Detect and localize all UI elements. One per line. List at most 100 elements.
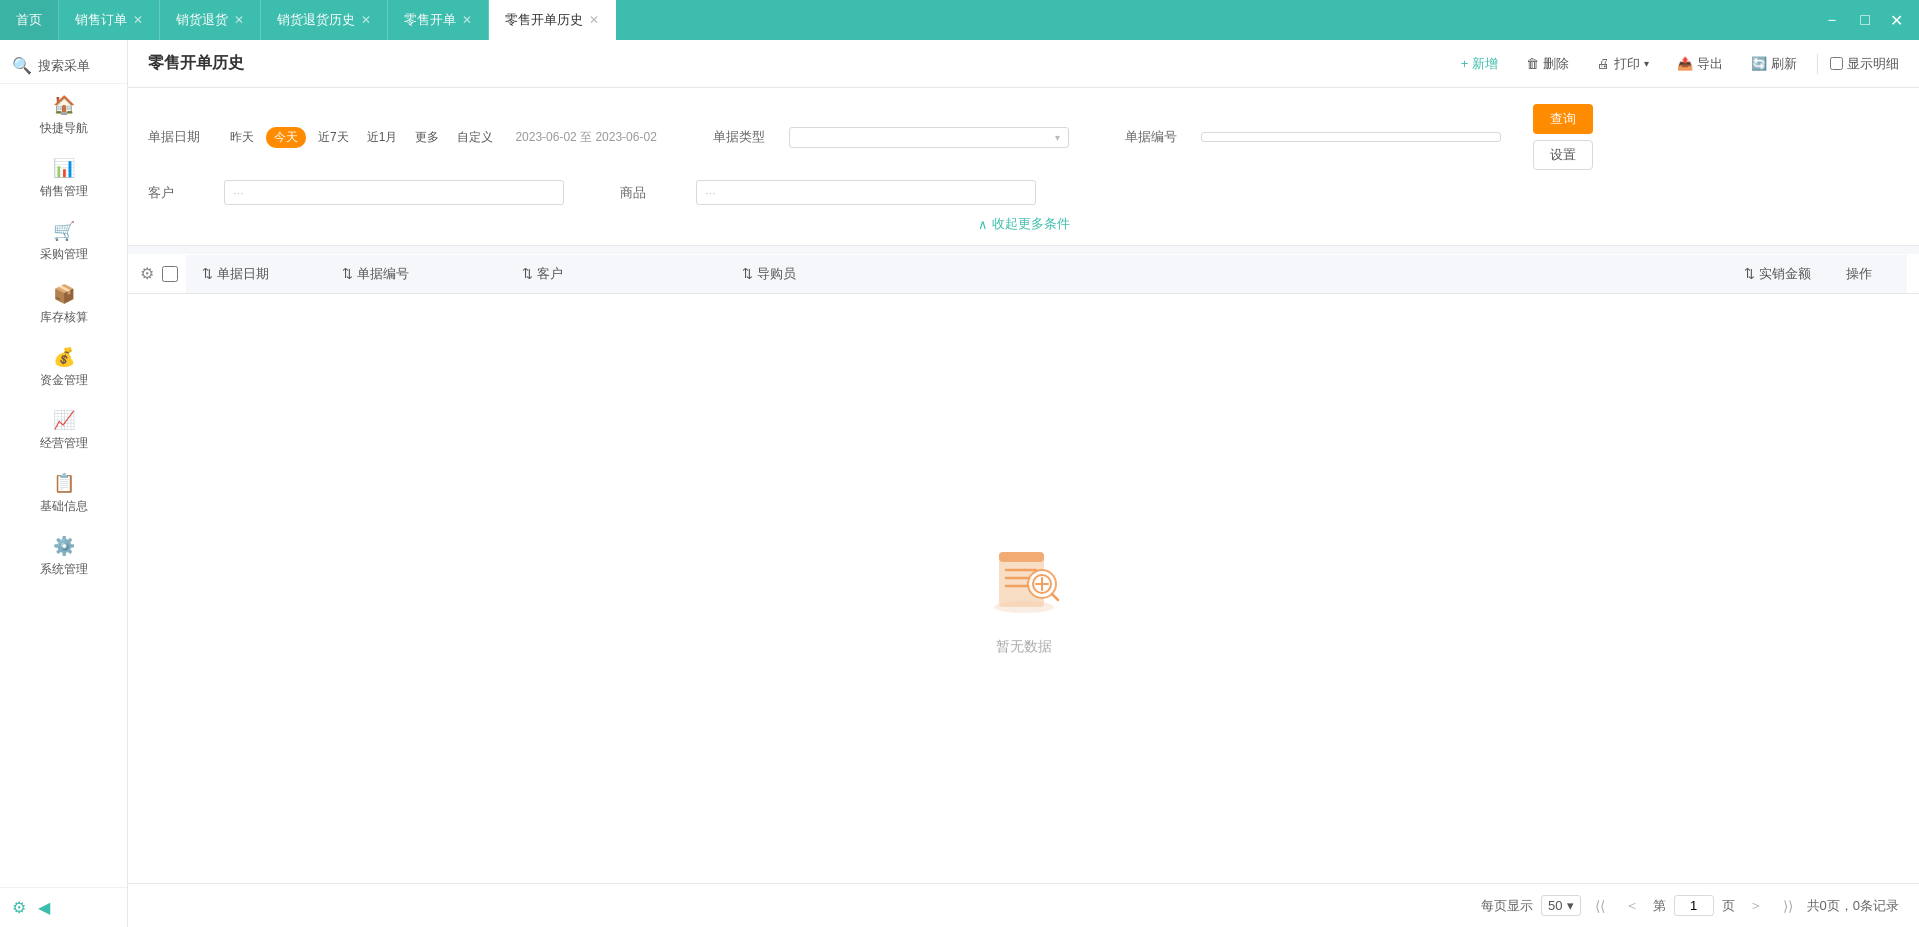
close-btn[interactable]: ✕ xyxy=(1884,9,1909,32)
chevron-up-icon: ∧ xyxy=(978,217,988,232)
prev-page-btn[interactable]: ＜ xyxy=(1619,895,1645,917)
tab-sales-return-label: 销货退货 xyxy=(176,11,228,29)
total-text: 共0页，0条记录 xyxy=(1807,897,1899,915)
type-filter-label: 单据类型 xyxy=(713,128,773,146)
sidebar-search-item[interactable]: 🔍 搜索采单 xyxy=(0,48,127,84)
query-button[interactable]: 查询 xyxy=(1533,104,1593,134)
tab-sales-return[interactable]: 销货退货 ✕ xyxy=(160,0,261,40)
search-icon: 🔍 xyxy=(12,56,32,75)
sidebar-item-inventory[interactable]: 📦 库存核算 xyxy=(0,273,127,336)
sidebar-collapse-icon[interactable]: ◀ xyxy=(38,898,50,917)
col-header-num: ⇅ 单据编号 xyxy=(334,265,514,283)
table-toolbar: ⚙ ⇅ 单据日期 ⇅ 单据编号 ⇅ 客户 xyxy=(128,254,1919,294)
customer-filter-input[interactable]: ··· xyxy=(224,180,564,205)
sidebar-search-label: 搜索采单 xyxy=(38,57,90,75)
product-filter-label: 商品 xyxy=(620,184,680,202)
date-btn-custom[interactable]: 自定义 xyxy=(451,127,499,148)
current-page-input[interactable]: 1 xyxy=(1674,895,1714,916)
date-filter-buttons: 昨天 今天 近7天 近1月 更多 自定义 xyxy=(224,127,499,148)
sidebar-footer: ⚙ ◀ xyxy=(0,887,127,927)
page-title: 零售开单历史 xyxy=(148,53,244,74)
minimize-btn[interactable]: － xyxy=(1818,8,1846,33)
tab-retail-history[interactable]: 零售开单历史 ✕ xyxy=(489,0,616,40)
sidebar-item-sys-mgmt[interactable]: ⚙️ 系统管理 xyxy=(0,525,127,588)
display-detail-checkbox[interactable] xyxy=(1830,57,1843,70)
refresh-button[interactable]: 🔄 刷新 xyxy=(1743,51,1805,77)
table-settings-icon[interactable]: ⚙ xyxy=(140,264,154,283)
empty-illustration xyxy=(974,522,1074,622)
maximize-btn[interactable]: □ xyxy=(1854,9,1876,31)
sort-guide-icon[interactable]: ⇅ xyxy=(742,266,753,281)
setting-button[interactable]: 设置 xyxy=(1533,140,1593,170)
add-button[interactable]: + 新增 xyxy=(1453,51,1506,77)
sort-num-icon[interactable]: ⇅ xyxy=(342,266,353,281)
product-filter-input[interactable]: ··· xyxy=(696,180,1036,205)
print-button[interactable]: 🖨 打印 ▾ xyxy=(1589,51,1657,77)
col-header-amount: ⇅ 实销金额 xyxy=(1699,265,1819,283)
delete-button[interactable]: 🗑 删除 xyxy=(1518,51,1577,77)
tab-sales-return-close[interactable]: ✕ xyxy=(234,13,244,27)
export-button[interactable]: 📤 导出 xyxy=(1669,51,1731,77)
collapse-label: 收起更多条件 xyxy=(992,215,1070,233)
filter-area: 单据日期 昨天 今天 近7天 近1月 更多 自定义 2023-06-02 至 2… xyxy=(128,88,1919,246)
tab-sales-order[interactable]: 销售订单 ✕ xyxy=(59,0,160,40)
last-page-btn[interactable]: ⟩⟩ xyxy=(1777,896,1799,916)
type-filter-chevron-down-icon: ▾ xyxy=(1055,132,1060,143)
sidebar-item-label: 快捷导航 xyxy=(40,120,88,137)
page-size-select[interactable]: 50 ▾ xyxy=(1541,895,1580,916)
window-controls: － □ ✕ xyxy=(1818,8,1919,33)
date-btn-today[interactable]: 今天 xyxy=(266,127,306,148)
tab-retail-open[interactable]: 零售开单 ✕ xyxy=(388,0,489,40)
select-all-checkbox[interactable] xyxy=(162,266,178,282)
sidebar-item-label: 基础信息 xyxy=(40,498,88,515)
display-detail-button[interactable]: 显示明细 xyxy=(1830,55,1899,73)
col-header-date: ⇅ 单据日期 xyxy=(194,265,334,283)
page-label-end: 页 xyxy=(1722,897,1735,915)
col-header-op: 操作 xyxy=(1819,265,1899,283)
filter-row-customer: 客户 ··· 商品 ··· xyxy=(148,180,1899,205)
date-btn-more[interactable]: 更多 xyxy=(409,127,445,148)
tab-sales-return-history-close[interactable]: ✕ xyxy=(361,13,371,27)
date-range-text: 2023-06-02 至 2023-06-02 xyxy=(515,129,656,146)
sort-asc-icon[interactable]: ⇅ xyxy=(202,266,213,281)
export-label: 导出 xyxy=(1697,55,1723,73)
tab-sales-order-label: 销售订单 xyxy=(75,11,127,29)
sort-customer-icon[interactable]: ⇅ xyxy=(522,266,533,281)
sidebar-item-quick-nav[interactable]: 🏠 快捷导航 xyxy=(0,84,127,147)
sidebar-item-operations[interactable]: 📈 经营管理 xyxy=(0,399,127,462)
collapse-button[interactable]: ∧ 收起更多条件 xyxy=(978,215,1070,233)
col-header-guide: ⇅ 导购员 xyxy=(734,265,854,283)
date-btn-7days[interactable]: 近7天 xyxy=(312,127,355,148)
svg-rect-2 xyxy=(999,552,1044,562)
date-btn-yesterday[interactable]: 昨天 xyxy=(224,127,260,148)
next-page-btn[interactable]: ＞ xyxy=(1743,895,1769,917)
tab-sales-order-close[interactable]: ✕ xyxy=(133,13,143,27)
sidebar-item-purchase-mgmt[interactable]: 🛒 采购管理 xyxy=(0,210,127,273)
sales-icon: 📊 xyxy=(53,157,75,179)
sidebar-item-sales-mgmt[interactable]: 📊 销售管理 xyxy=(0,147,127,210)
customer-filter-label: 客户 xyxy=(148,184,208,202)
tab-retail-history-close[interactable]: ✕ xyxy=(589,13,599,27)
num-filter-input[interactable] xyxy=(1201,132,1501,142)
delete-label: 删除 xyxy=(1543,55,1569,73)
first-page-btn[interactable]: ⟨⟨ xyxy=(1589,896,1611,916)
tab-retail-open-close[interactable]: ✕ xyxy=(462,13,472,27)
svg-line-8 xyxy=(1052,594,1058,600)
tab-sales-return-history[interactable]: 销货退货历史 ✕ xyxy=(261,0,388,40)
sidebar-item-base-info[interactable]: 📋 基础信息 xyxy=(0,462,127,525)
page-header: 零售开单历史 + 新增 🗑 删除 🖨 打印 ▾ 📤 导出 xyxy=(128,40,1919,88)
tab-sales-return-history-label: 销货退货历史 xyxy=(277,11,355,29)
empty-state: 暂无数据 xyxy=(128,294,1919,883)
date-btn-1month[interactable]: 近1月 xyxy=(361,127,404,148)
type-filter-select[interactable]: ▾ xyxy=(789,127,1069,148)
sidebar-item-finance[interactable]: 💰 资金管理 xyxy=(0,336,127,399)
sidebar-item-label: 资金管理 xyxy=(40,372,88,389)
tab-retail-history-label: 零售开单历史 xyxy=(505,11,583,29)
page-size-value: 50 xyxy=(1548,898,1562,913)
sort-amount-icon[interactable]: ⇅ xyxy=(1744,266,1755,281)
sidebar-settings-icon[interactable]: ⚙ xyxy=(12,898,26,917)
sidebar-item-label: 采购管理 xyxy=(40,246,88,263)
tab-home-label: 首页 xyxy=(16,11,42,29)
tab-home[interactable]: 首页 xyxy=(0,0,59,40)
customer-filter-placeholder: ··· xyxy=(233,185,244,200)
